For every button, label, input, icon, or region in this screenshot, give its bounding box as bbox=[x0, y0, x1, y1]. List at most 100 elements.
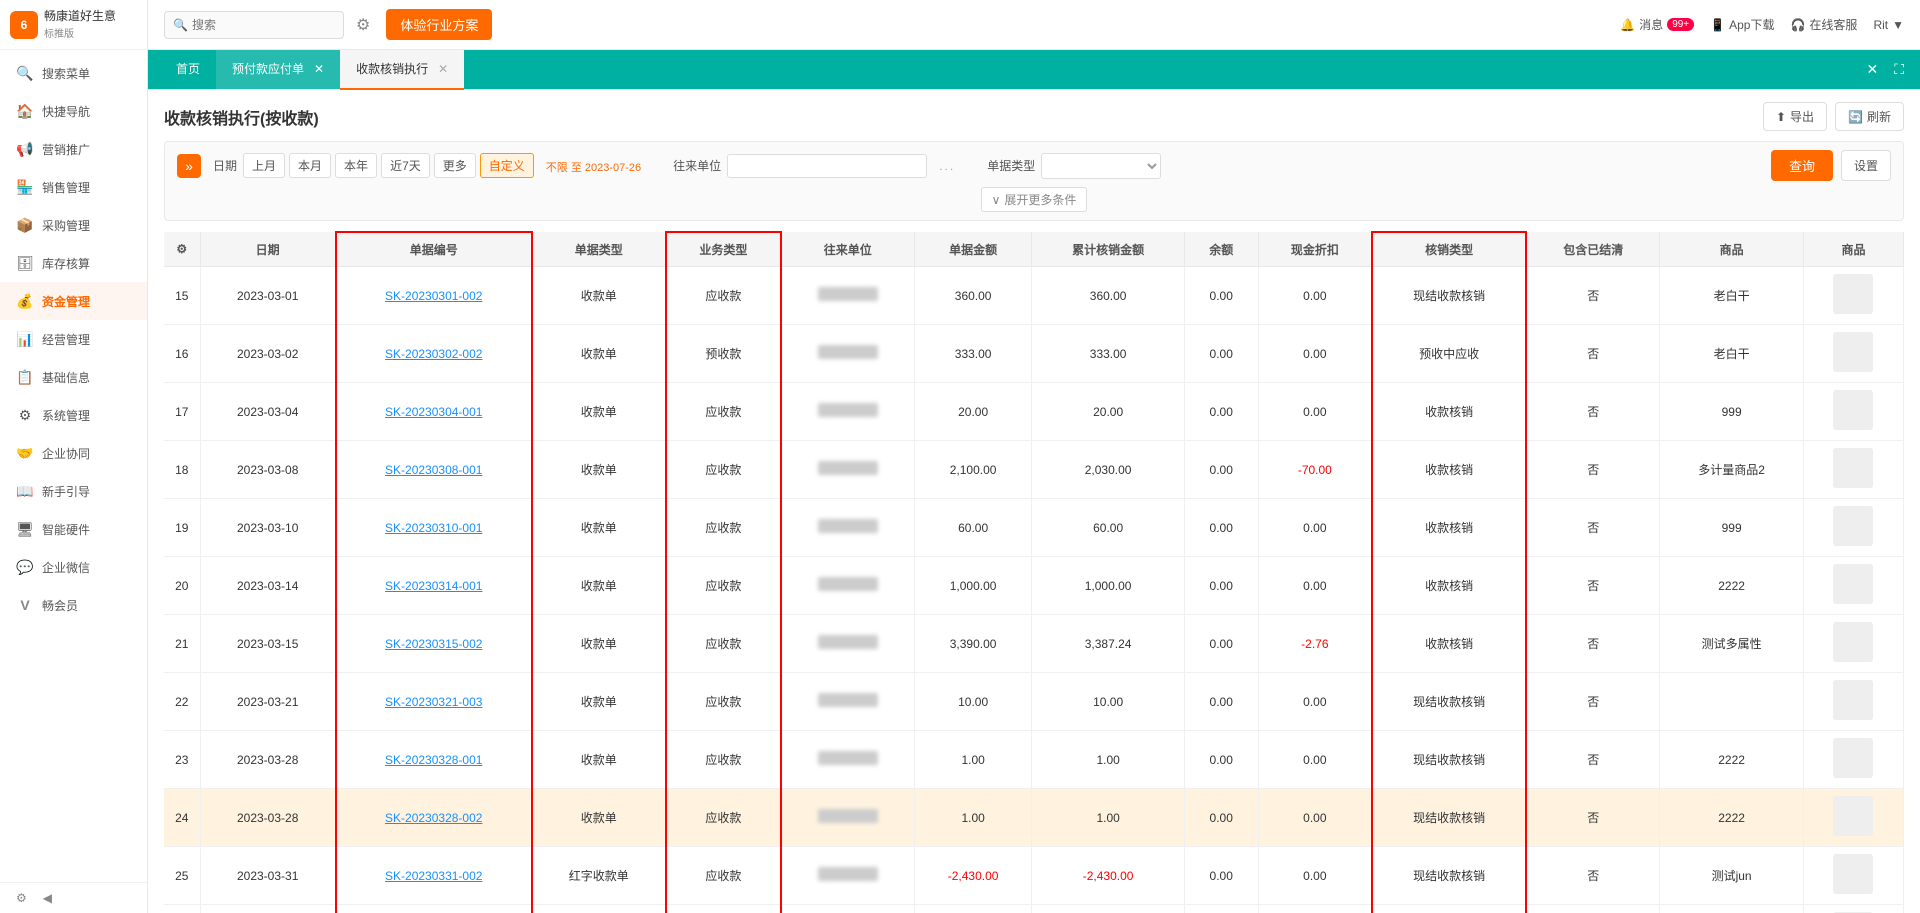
col-voucher-val: SK-20230308-001 bbox=[336, 441, 532, 499]
date-last-7days[interactable]: 近7天 bbox=[381, 153, 430, 178]
col-discount-val: 0.00 bbox=[1258, 731, 1372, 789]
col-voucher-val: SK-20230331-002 bbox=[336, 847, 532, 905]
col-goods2-val bbox=[1803, 267, 1903, 325]
table-row: 17 2023-03-04 SK-20230304-001 收款单 应收款 20… bbox=[164, 383, 1904, 441]
tab-writeoff[interactable]: 收款核销执行 ✕ bbox=[340, 50, 464, 90]
col-partner-val bbox=[781, 789, 915, 847]
date-last-month[interactable]: 上月 bbox=[243, 153, 285, 178]
settings-icon[interactable]: ⚙ bbox=[16, 891, 27, 905]
date-quick-btns: 上月 本月 本年 近7天 更多 自定义 bbox=[243, 153, 534, 178]
voucher-link[interactable]: SK-20230328-002 bbox=[385, 811, 482, 825]
date-label: 日期 bbox=[213, 157, 237, 174]
col-balance-val: 0.00 bbox=[1184, 325, 1258, 383]
close-tab-icon[interactable]: ✕ bbox=[1862, 57, 1882, 82]
tab-close-prepay[interactable]: ✕ bbox=[314, 62, 324, 76]
query-button[interactable]: 查询 bbox=[1771, 150, 1833, 181]
export-button[interactable]: ⬆ 导出 bbox=[1763, 102, 1827, 131]
col-balance-val: 0.00 bbox=[1184, 847, 1258, 905]
tab-close-writeoff[interactable]: ✕ bbox=[438, 62, 448, 76]
col-goods2-val bbox=[1803, 557, 1903, 615]
col-no: 20 bbox=[164, 557, 200, 615]
partner-input[interactable] bbox=[727, 154, 927, 178]
sidebar-item-guide[interactable]: 📖 新手引导 bbox=[0, 472, 147, 510]
tab-label: 预付款应付单 bbox=[232, 60, 304, 77]
sidebar-item-quick[interactable]: 🏠 快捷导航 bbox=[0, 92, 147, 130]
filter-more-dots[interactable]: ... bbox=[939, 159, 955, 173]
settings-gear-icon[interactable]: ⚙ bbox=[356, 15, 370, 35]
sidebar-item-inventory[interactable]: 🗄 库存核算 bbox=[0, 244, 147, 282]
voucher-type-select[interactable] bbox=[1041, 153, 1161, 179]
message-button[interactable]: 🔔 消息 99+ bbox=[1620, 16, 1694, 33]
sidebar-item-member[interactable]: V 畅会员 bbox=[0, 586, 147, 624]
voucher-link[interactable]: SK-20230321-003 bbox=[385, 695, 482, 709]
sidebar-item-sales[interactable]: 🏪 销售管理 bbox=[0, 168, 147, 206]
tab-prepay[interactable]: 预付款应付单 ✕ bbox=[216, 50, 340, 90]
refresh-button[interactable]: 🔄 刷新 bbox=[1835, 102, 1904, 131]
sidebar-item-system[interactable]: ⚙ 系统管理 bbox=[0, 396, 147, 434]
voucher-link[interactable]: SK-20230301-002 bbox=[385, 289, 482, 303]
voucher-link[interactable]: SK-20230304-001 bbox=[385, 405, 482, 419]
col-writeoff-val: 现结收款核销 bbox=[1372, 789, 1526, 847]
setting-button[interactable]: 设置 bbox=[1841, 150, 1891, 181]
col-biz-type-val: 应收款 bbox=[666, 673, 781, 731]
sidebar: 6 畅康道好生意 标推版 🔍 搜索菜单 🏠 快捷导航 📢 营销推广 🏪 销售管理… bbox=[0, 0, 148, 913]
col-partner-val bbox=[781, 267, 915, 325]
col-date-val: 2023-03-10 bbox=[200, 499, 336, 557]
col-balance-val: 0.00 bbox=[1184, 557, 1258, 615]
sidebar-item-label: 新手引导 bbox=[42, 483, 90, 500]
page-inner: 收款核销执行(按收款) ⬆ 导出 🔄 刷新 » 日 bbox=[148, 90, 1920, 913]
col-date-val: 2023-03-02 bbox=[200, 325, 336, 383]
voucher-link[interactable]: SK-20230308-001 bbox=[385, 463, 482, 477]
col-goods2-val bbox=[1803, 383, 1903, 441]
purchase-icon: 📦 bbox=[16, 216, 34, 234]
col-biz-type-val: 应收款 bbox=[666, 789, 781, 847]
col-biz-type-val: 预收款 bbox=[666, 905, 781, 913]
col-amount-val: 60.00 bbox=[914, 499, 1032, 557]
home-icon: 🏠 bbox=[16, 102, 34, 120]
col-amount-val: 1.00 bbox=[914, 731, 1032, 789]
sidebar-item-corp[interactable]: 🤝 企业协同 bbox=[0, 434, 147, 472]
col-no: 26 bbox=[164, 905, 200, 913]
sidebar-item-finance[interactable]: 💰 资金管理 bbox=[0, 282, 147, 320]
date-this-month[interactable]: 本月 bbox=[289, 153, 331, 178]
online-service-button[interactable]: 🎧 在线客服 bbox=[1790, 16, 1857, 33]
topbar-search-box[interactable]: 🔍 bbox=[164, 11, 344, 39]
col-balance-val: 0.00 bbox=[1184, 499, 1258, 557]
sidebar-item-purchase[interactable]: 📦 采购管理 bbox=[0, 206, 147, 244]
app-download-button[interactable]: 📱 App下载 bbox=[1710, 16, 1774, 33]
date-more[interactable]: 更多 bbox=[434, 153, 476, 178]
col-included-val: 否 bbox=[1526, 847, 1660, 905]
col-partner: 往来单位 bbox=[781, 232, 915, 267]
date-this-year[interactable]: 本年 bbox=[335, 153, 377, 178]
member-icon: V bbox=[16, 596, 34, 614]
tab-home[interactable]: 首页 bbox=[160, 50, 216, 90]
sidebar-item-wechat[interactable]: 💬 企业微信 bbox=[0, 548, 147, 586]
sidebar-item-basic[interactable]: 📋 基础信息 bbox=[0, 358, 147, 396]
date-custom[interactable]: 自定义 bbox=[480, 153, 534, 178]
maximize-icon[interactable]: ⛶ bbox=[1890, 57, 1908, 82]
expand-conditions-btn[interactable]: ∨ 展开更多条件 bbox=[981, 187, 1088, 212]
voucher-link[interactable]: SK-20230310-001 bbox=[385, 521, 482, 535]
col-writeoff-val: 收款核销 bbox=[1372, 441, 1526, 499]
sidebar-item-hardware[interactable]: 🖥 智能硬件 bbox=[0, 510, 147, 548]
col-settings[interactable]: ⚙ bbox=[164, 232, 200, 267]
voucher-link[interactable]: SK-20230315-002 bbox=[385, 637, 482, 651]
sidebar-item-operation[interactable]: 📊 经营管理 bbox=[0, 320, 147, 358]
sidebar-item-marketing[interactable]: 📢 营销推广 bbox=[0, 130, 147, 168]
voucher-link[interactable]: SK-20230302-002 bbox=[385, 347, 482, 361]
voucher-link[interactable]: SK-20230331-002 bbox=[385, 869, 482, 883]
search-input[interactable] bbox=[192, 18, 312, 32]
col-included: 包含已结清 bbox=[1526, 232, 1660, 267]
col-voucher-val: SK-20230403-002 bbox=[336, 905, 532, 913]
collapse-icon[interactable]: ◀ bbox=[43, 891, 52, 905]
tab-label: 收款核销执行 bbox=[356, 60, 428, 77]
col-partner-val bbox=[781, 905, 915, 913]
voucher-link[interactable]: SK-20230328-001 bbox=[385, 753, 482, 767]
col-partner-val bbox=[781, 441, 915, 499]
voucher-link[interactable]: SK-20230314-001 bbox=[385, 579, 482, 593]
sidebar-item-search[interactable]: 🔍 搜索菜单 bbox=[0, 54, 147, 92]
col-included-val: 否 bbox=[1526, 789, 1660, 847]
filter-toggle-btn[interactable]: » bbox=[177, 154, 201, 178]
user-avatar[interactable]: Rit ▼ bbox=[1873, 18, 1904, 32]
solution-button[interactable]: 体验行业方案 bbox=[386, 9, 492, 40]
